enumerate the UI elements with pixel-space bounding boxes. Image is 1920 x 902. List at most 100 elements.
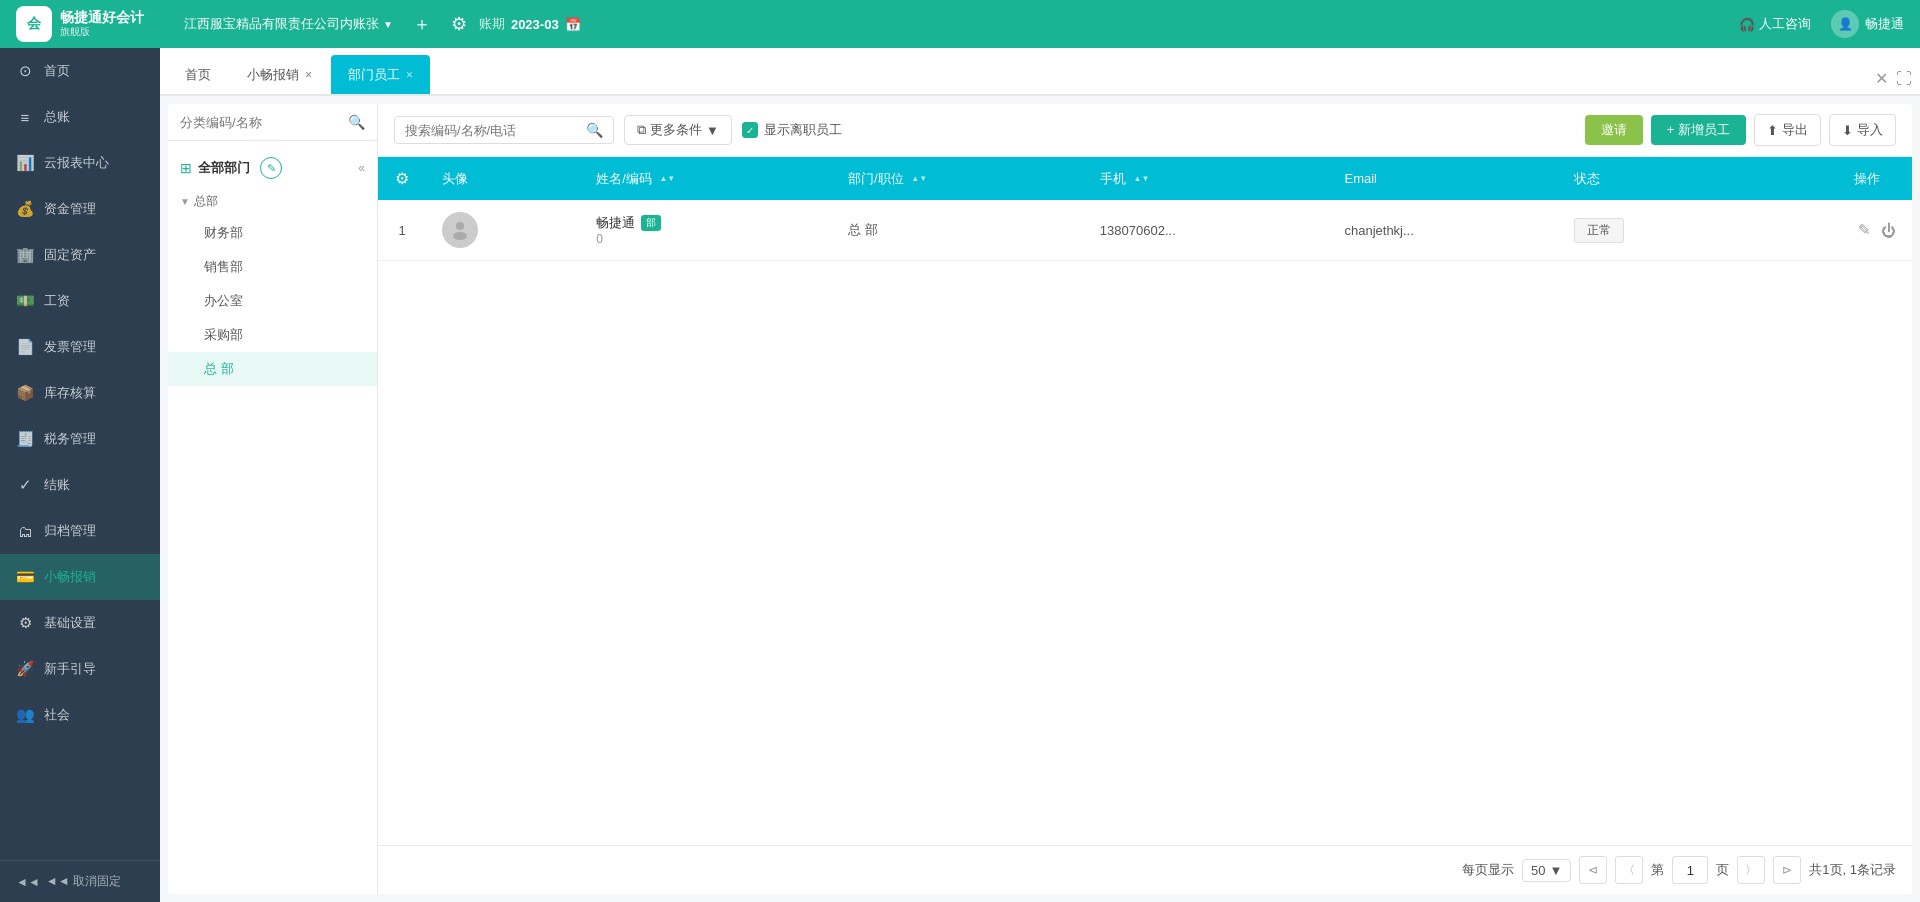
employee-toolbar: 🔍 ⧉ 更多条件 ▼ ✓ 显示离职员工 邀请 + 新增员工 — [378, 104, 1912, 157]
th-settings: ⚙ — [378, 157, 426, 200]
dept-item-finance[interactable]: 财务部 — [168, 216, 377, 250]
filter-label: 更多条件 — [650, 121, 702, 139]
unpin-sidebar-btn[interactable]: ◄◄ ◄◄ 取消固定 — [0, 860, 160, 902]
sidebar-item-tax[interactable]: 🧾 税务管理 — [0, 416, 160, 462]
row-index: 1 — [378, 200, 426, 261]
logo-sub: 旗舰版 — [60, 25, 144, 39]
employee-name-text: 畅捷通 — [596, 214, 635, 232]
add-btn[interactable]: ＋ — [409, 8, 435, 40]
employee-search-icon[interactable]: 🔍 — [586, 122, 603, 138]
dept-search-input[interactable] — [180, 115, 348, 130]
row-email: chanjethkj... — [1328, 200, 1558, 261]
sidebar-label-invoice: 发票管理 — [44, 338, 96, 356]
sidebar-item-home[interactable]: ⊙ 首页 — [0, 48, 160, 94]
filter-btn[interactable]: ⧉ 更多条件 ▼ — [624, 115, 732, 145]
show-resigned[interactable]: ✓ 显示离职员工 — [742, 121, 842, 139]
tab-dept-employee[interactable]: 部门员工 × — [331, 55, 430, 94]
row-phone: 138070602... — [1084, 200, 1329, 261]
sidebar-item-invoice[interactable]: 📄 发票管理 — [0, 324, 160, 370]
close-window-btn[interactable]: ✕ — [1875, 69, 1888, 88]
row-avatar — [426, 200, 580, 261]
avatar: 👤 — [1831, 10, 1859, 38]
company-dropdown-icon: ▼ — [383, 19, 393, 30]
sidebar-label-archive: 归档管理 — [44, 522, 96, 540]
assets-icon: 🏢 — [16, 246, 34, 264]
sidebar-item-archive[interactable]: 🗂 归档管理 — [0, 508, 160, 554]
dept-item-sales[interactable]: 销售部 — [168, 250, 377, 284]
dept-item-general[interactable]: 总 部 — [168, 352, 377, 386]
sidebar-item-settings[interactable]: ⚙ 基础设置 — [0, 600, 160, 646]
employee-avatar — [442, 212, 478, 248]
account-period: 账期 2023-03 📅 — [479, 15, 581, 33]
tab-expense[interactable]: 小畅报销 × — [230, 55, 329, 94]
sidebar-item-assets[interactable]: 🏢 固定资产 — [0, 232, 160, 278]
all-dept-item[interactable]: ⊞ 全部部门 ✎ « — [168, 149, 377, 187]
column-settings-icon[interactable]: ⚙ — [395, 170, 409, 187]
dept-badge: 部 — [641, 215, 661, 231]
last-page-btn[interactable]: ⊳ — [1773, 856, 1801, 884]
page-input[interactable] — [1672, 856, 1708, 884]
calendar-icon[interactable]: 📅 — [565, 17, 581, 32]
edit-employee-btn[interactable]: ✎ — [1858, 221, 1871, 239]
all-dept-label: 全部部门 — [198, 159, 250, 177]
content-area: 首页 小畅报销 × 部门员工 × ✕ ⛶ 🔍 — [160, 48, 1920, 902]
total-info: 共1页, 1条记录 — [1809, 861, 1896, 879]
main-layout: ⊙ 首页 ≡ 总账 📊 云报表中心 💰 资金管理 🏢 固定资产 💵 工资 📄 发… — [0, 48, 1920, 902]
svg-point-0 — [456, 222, 464, 230]
next-page-btn[interactable]: 〉 — [1737, 856, 1765, 884]
tab-dept-close[interactable]: × — [406, 68, 413, 82]
sidebar-item-reports[interactable]: 📊 云报表中心 — [0, 140, 160, 186]
first-page-btn[interactable]: ⊲ — [1579, 856, 1607, 884]
expand-icon: ▼ — [180, 196, 190, 207]
employee-search-input[interactable] — [405, 123, 580, 138]
support-label: 人工咨询 — [1759, 15, 1811, 33]
sidebar-item-inventory[interactable]: 📦 库存核算 — [0, 370, 160, 416]
add-employee-btn[interactable]: + 新增员工 — [1651, 115, 1746, 145]
th-dept-position[interactable]: 部门/职位 ▲▼ — [832, 157, 1084, 200]
import-btn[interactable]: ⬇ 导入 — [1829, 114, 1896, 146]
sidebar-item-guide[interactable]: 🚀 新手引导 — [0, 646, 160, 692]
sidebar-item-expense[interactable]: 💳 小畅报销 — [0, 554, 160, 600]
th-name-code[interactable]: 姓名/编码 ▲▼ — [580, 157, 832, 200]
tab-expense-close[interactable]: × — [305, 68, 312, 82]
dept-item-office[interactable]: 办公室 — [168, 284, 377, 318]
export-btn[interactable]: ⬆ 导出 — [1754, 114, 1821, 146]
sidebar-item-ledger[interactable]: ≡ 总账 — [0, 94, 160, 140]
settings-btn[interactable]: ⚙ — [447, 9, 471, 39]
dept-search-icon[interactable]: 🔍 — [348, 114, 365, 130]
tab-dept-label: 部门员工 — [348, 66, 400, 84]
logo-icon: 会 — [16, 6, 52, 42]
guide-icon: 🚀 — [16, 660, 34, 678]
per-page-label: 每页显示 — [1462, 861, 1514, 879]
company-selector[interactable]: 江西服宝精品有限责任公司内账张 ▼ — [184, 15, 393, 33]
show-resigned-checkbox[interactable]: ✓ — [742, 122, 758, 138]
tab-expense-label: 小畅报销 — [247, 66, 299, 84]
tab-home[interactable]: 首页 — [168, 55, 228, 94]
sidebar-label-tax: 税务管理 — [44, 430, 96, 448]
page-content: 🔍 ⊞ 全部部门 ✎ « ▼ 总部 财务部 销售部 办公室 — [168, 104, 1912, 894]
show-resigned-label: 显示离职员工 — [764, 121, 842, 139]
unpin-label: ◄◄ 取消固定 — [46, 873, 121, 890]
invite-btn[interactable]: 邀请 — [1585, 115, 1643, 145]
import-label: 导入 — [1857, 121, 1883, 139]
maximize-window-btn[interactable]: ⛶ — [1896, 70, 1912, 88]
invoice-icon: 📄 — [16, 338, 34, 356]
sidebar-item-closing[interactable]: ✓ 结账 — [0, 462, 160, 508]
th-actions: 操作 — [1744, 157, 1912, 200]
sidebar-item-salary[interactable]: 💵 工资 — [0, 278, 160, 324]
th-phone[interactable]: 手机 ▲▼ — [1084, 157, 1329, 200]
prev-page-btn[interactable]: 〈 — [1615, 856, 1643, 884]
dept-collapse-btn[interactable]: « — [358, 161, 365, 175]
sidebar-item-funds[interactable]: 💰 资金管理 — [0, 186, 160, 232]
support-btn[interactable]: 🎧 人工咨询 — [1739, 15, 1811, 33]
tax-icon: 🧾 — [16, 430, 34, 448]
page-size-select[interactable]: 50 ▼ — [1522, 859, 1571, 882]
headset-icon: 🎧 — [1739, 17, 1755, 32]
page-word: 第 — [1651, 861, 1664, 879]
dept-item-purchase[interactable]: 采购部 — [168, 318, 377, 352]
delete-employee-btn[interactable]: ⏻ — [1881, 222, 1896, 239]
sidebar-item-social[interactable]: 👥 社会 — [0, 692, 160, 738]
filter-arrow-icon: ▼ — [706, 123, 719, 138]
dept-edit-btn[interactable]: ✎ — [260, 157, 282, 179]
user-area[interactable]: 👤 畅捷通 — [1831, 10, 1904, 38]
